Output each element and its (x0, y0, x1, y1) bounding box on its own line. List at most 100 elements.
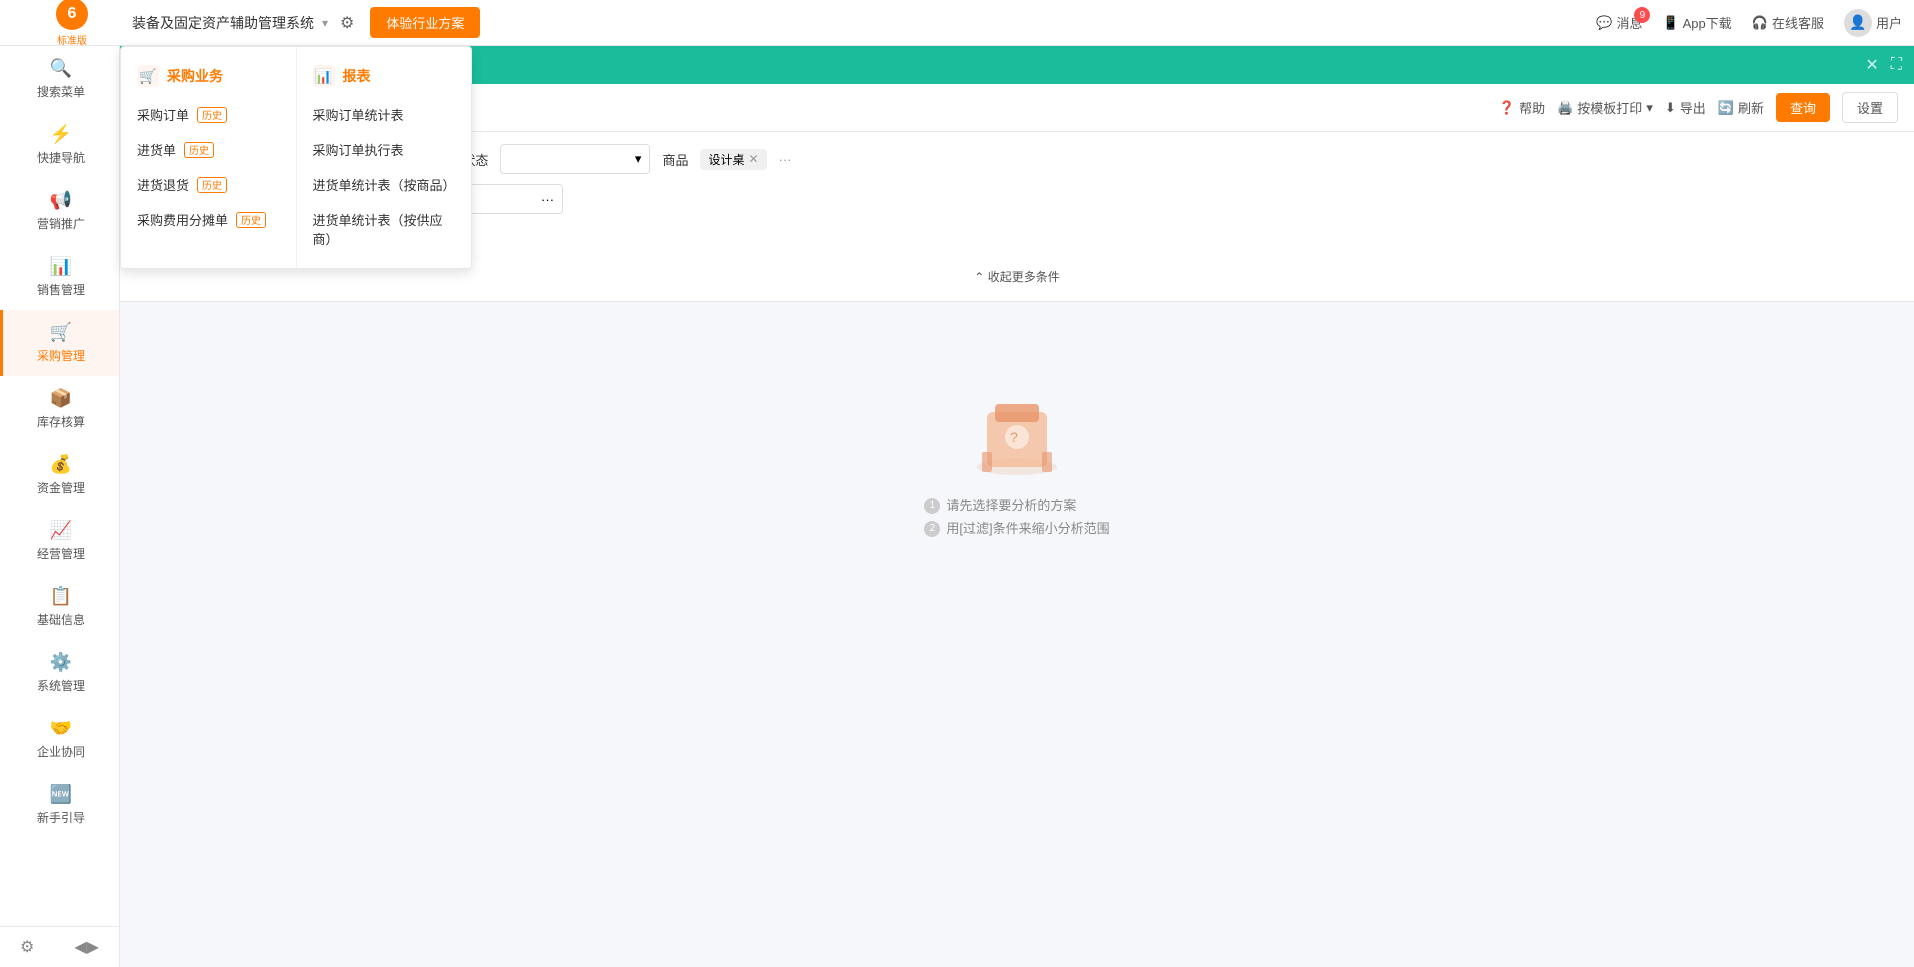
sidebar-label-quick-nav: 快捷导航 (37, 149, 85, 166)
sidebar-label-inventory: 库存核算 (37, 413, 85, 430)
sidebar-item-quick-nav[interactable]: ⚡ 快捷导航 (0, 112, 119, 178)
purchase-business-col: 🛒 采购业务 采购订单 历史 进货单 历史 进货退货 历史 采购费用分摊单 历史 (121, 47, 297, 268)
print-label: 按模板打印 (1577, 98, 1642, 117)
sidebar-label-operations: 经营管理 (37, 545, 85, 562)
purchase-section-icon: 🛒 (137, 65, 159, 87)
user-action[interactable]: 👤 用户 (1844, 9, 1902, 37)
help-icon: ❓ (1499, 100, 1515, 116)
inventory-icon: 📦 (50, 388, 72, 409)
sidebar-label-purchase: 采购管理 (37, 347, 85, 364)
hint-text-1: 请先选择要分析的方案 (946, 494, 1076, 517)
refresh-btn[interactable]: 🔄 刷新 (1718, 98, 1764, 117)
online-service-action[interactable]: 🎧 在线客服 (1752, 13, 1824, 32)
svg-text:?: ? (1010, 429, 1018, 445)
sidebar-item-inventory[interactable]: 📦 库存核算 (0, 376, 119, 442)
purchase-section-label: 采购业务 (167, 66, 223, 86)
sidebar-item-guide[interactable]: 🆕 新手引导 (0, 772, 119, 838)
export-label: 导出 (1680, 98, 1706, 117)
export-btn[interactable]: ⬇ 导出 (1665, 98, 1706, 117)
returns-label: 进货退货 (137, 175, 189, 194)
menu-item-purchase-order-exec[interactable]: 采购订单执行表 (297, 132, 472, 167)
sidebar-item-enterprise[interactable]: 🤝 企业协同 (0, 706, 119, 772)
system-name: 装备及固定资产辅助管理系统 (132, 13, 314, 33)
sidebar-label-sales: 销售管理 (37, 281, 85, 298)
sidebar: 🔍 搜索菜单 ⚡ 快捷导航 📢 营销推广 📊 销售管理 🛒 采购管理 📦 库存核… (0, 46, 120, 967)
sidebar-item-operations[interactable]: 📈 经营管理 (0, 508, 119, 574)
purchase-icon: 🛒 (50, 322, 72, 343)
sidebar-item-system[interactable]: ⚙️ 系统管理 (0, 640, 119, 706)
hint-text-2: 用[过滤]条件来缩小分析范围 (946, 517, 1109, 540)
export-icon: ⬇ (1665, 100, 1676, 116)
empty-hint-2: 2 用[过滤]条件来缩小分析范围 (924, 517, 1109, 540)
empty-state: ? 1 请先选择要分析的方案 2 用[过滤]条件来缩小分析范围 (120, 302, 1914, 621)
refresh-icon: 🔄 (1718, 100, 1734, 116)
menu-item-incoming-stats-by-supplier[interactable]: 进货单统计表（按供应商） (297, 202, 472, 256)
tab-close-window-btn[interactable]: ✕ (1861, 51, 1882, 79)
sidebar-item-sales[interactable]: 📊 销售管理 (0, 244, 119, 310)
order-status-select[interactable]: ▾ (500, 144, 650, 174)
settings-icon[interactable]: ⚙ (340, 13, 354, 33)
sidebar-label-enterprise: 企业协同 (37, 743, 85, 760)
user-label: 用户 (1876, 13, 1902, 32)
help-btn[interactable]: ❓ 帮助 (1499, 98, 1545, 117)
top-header: 6 标准版 装备及固定资产辅助管理系统 ▾ ⚙ 体验行业方案 💬 消息 9 📱 … (0, 0, 1914, 46)
menu-item-cost-allocation[interactable]: 采购费用分摊单 历史 (121, 202, 296, 237)
message-icon: 💬 (1596, 15, 1612, 31)
order-status-dropdown-icon: ▾ (635, 151, 642, 167)
sidebar-item-purchase[interactable]: 🛒 采购管理 (0, 310, 119, 376)
purchase-order-exec-label: 采购订单执行表 (313, 140, 404, 159)
logo-icon: 6 (56, 0, 88, 30)
sidebar-item-finance[interactable]: 💰 资金管理 (0, 442, 119, 508)
industry-btn[interactable]: 体验行业方案 (370, 7, 480, 38)
sidebar-item-basic-info[interactable]: 📋 基础信息 (0, 574, 119, 640)
product-tag-value: 设计桌 (708, 151, 744, 168)
print-btn[interactable]: 🖨️ 按模板打印 ▾ (1557, 98, 1653, 117)
sidebar-label-search: 搜索菜单 (37, 83, 85, 100)
report-col: 📊 报表 采购订单统计表 采购订单执行表 进货单统计表（按商品） 进货单统计表（… (297, 47, 472, 268)
sidebar-bottom: ⚙ ◀▶ (0, 926, 119, 967)
product-more-ellipsis[interactable]: ··· (779, 152, 792, 167)
logo-char: 6 (68, 5, 77, 23)
sidebar-collapse-btn[interactable]: ◀▶ (74, 937, 99, 957)
sidebar-label-guide: 新手引导 (37, 809, 85, 826)
menu-item-purchase-order-stats[interactable]: 采购订单统计表 (297, 97, 472, 132)
search-icon: 🔍 (50, 58, 72, 79)
menu-item-incoming[interactable]: 进货单 历史 (121, 132, 296, 167)
query-btn[interactable]: 查询 (1776, 93, 1830, 122)
messages-action[interactable]: 💬 消息 9 (1596, 13, 1642, 32)
returns-badge: 历史 (197, 177, 227, 193)
phone-icon: 📱 (1662, 15, 1678, 31)
system-dropdown-arrow[interactable]: ▾ (322, 16, 328, 30)
sidebar-label-system: 系统管理 (37, 677, 85, 694)
purchase-order-badge: 历史 (197, 107, 227, 123)
empty-state-illustration: ? (957, 382, 1077, 482)
app-download-label: App下载 (1683, 13, 1732, 32)
purchase-dropdown-menu: 🛒 采购业务 采购订单 历史 进货单 历史 进货退货 历史 采购费用分摊单 历史… (120, 46, 472, 269)
product-tag-close[interactable]: ✕ (748, 152, 758, 166)
hint-num-2: 2 (924, 521, 940, 537)
menu-item-incoming-stats-by-product[interactable]: 进货单统计表（按商品） (297, 167, 472, 202)
sidebar-settings-btn[interactable]: ⚙ (20, 937, 34, 957)
purchase-order-stats-label: 采购订单统计表 (313, 105, 404, 124)
menu-item-returns[interactable]: 进货退货 历史 (121, 167, 296, 202)
product-tag: 设计桌 ✕ (700, 149, 766, 170)
incoming-stats-product-label: 进货单统计表（按商品） (313, 175, 456, 194)
print-dropdown-icon[interactable]: ▾ (1646, 100, 1653, 116)
app-download-action[interactable]: 📱 App下载 (1662, 13, 1731, 32)
menu-item-purchase-order[interactable]: 采购订单 历史 (121, 97, 296, 132)
logo-area: 6 标准版 (12, 0, 132, 47)
operations-icon: 📈 (50, 520, 72, 541)
report-section-icon: 📊 (313, 65, 335, 87)
sidebar-item-search[interactable]: 🔍 搜索菜单 (0, 46, 119, 112)
incoming-stats-supplier-label: 进货单统计表（按供应商） (313, 210, 456, 248)
purchase-section-title: 🛒 采购业务 (121, 59, 296, 97)
messages-badge: 9 (1634, 7, 1650, 23)
collapse-icon: ⌃ (974, 270, 984, 284)
header-right: 💬 消息 9 📱 App下载 🎧 在线客服 👤 用户 (1596, 9, 1902, 37)
empty-hint-1: 1 请先选择要分析的方案 (924, 494, 1109, 517)
settings-btn[interactable]: 设置 (1842, 92, 1898, 123)
sidebar-item-marketing[interactable]: 📢 营销推广 (0, 178, 119, 244)
hint-num-1: 1 (924, 498, 940, 514)
empty-state-hints: 1 请先选择要分析的方案 2 用[过滤]条件来缩小分析范围 (924, 494, 1109, 541)
tab-maximize-btn[interactable]: ⛶ (1887, 52, 1906, 78)
